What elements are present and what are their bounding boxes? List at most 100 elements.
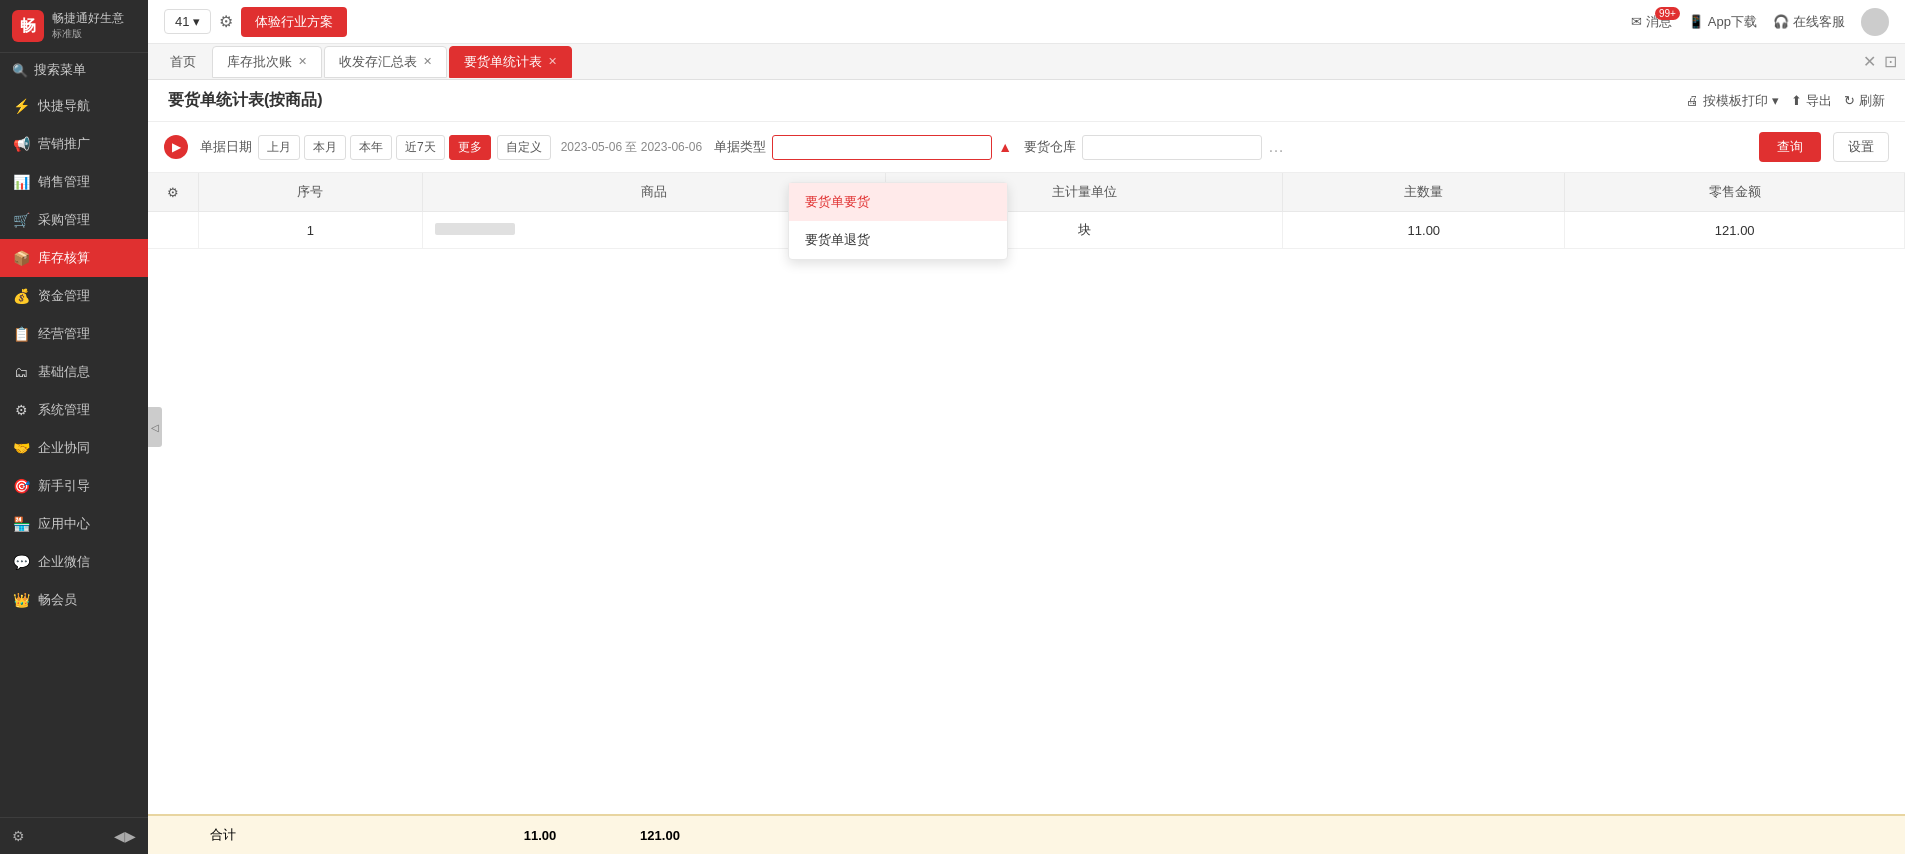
tab-expand[interactable]: ⊡ [1884,52,1897,71]
quick-nav-icon: ⚡ [12,98,30,114]
sidebar-collapse-handle[interactable]: ◁ [148,407,162,447]
sidebar-item-sales[interactable]: 📊 销售管理 [0,163,148,201]
print-icon: 🖨 [1686,93,1699,108]
sidebar-item-label: 企业协同 [38,439,90,457]
filter-toggle-btn[interactable]: ▶ [164,135,188,159]
purchase-icon: 🛒 [12,212,30,228]
main-area: 41 ▾ ⚙ 体验行业方案 ✉ 消息 99+ 📱 App下载 🎧 在线客服 [148,0,1905,854]
appstore-icon: 🏪 [12,516,30,532]
tab-order-stats-close[interactable]: ✕ [548,55,557,68]
sidebar-logo: 畅 畅捷通好生意 标准版 [0,0,148,53]
table-header-row: ⚙ 序号 商品 主计量单位 主数量 零售金额 [148,173,1905,212]
dropdown-item-require-goods[interactable]: 要货单要货 [789,183,1007,221]
footer-settings-btn[interactable]: ⚙ [12,828,25,844]
app-icon: 📱 [1688,14,1704,29]
print-btn[interactable]: 🖨 按模板打印 ▾ [1686,92,1779,110]
sidebar-item-label: 销售管理 [38,173,90,191]
tab-order-stats[interactable]: 要货单统计表 ✕ [449,46,572,78]
trial-btn[interactable]: 体验行业方案 [241,7,347,37]
app-label: App下载 [1708,13,1757,31]
type-dropdown: 要货单要货 要货单退货 [788,182,1008,260]
export-label: 导出 [1806,92,1832,110]
date-btn-7days[interactable]: 近7天 [396,135,445,160]
company-selector[interactable]: 41 ▾ [164,9,211,34]
sidebar-item-enterprise[interactable]: 🤝 企业协同 [0,429,148,467]
basic-icon: 🗂 [12,364,30,380]
tab-collection-summary[interactable]: 收发存汇总表 ✕ [324,46,447,78]
row-no-cell: 1 [198,212,423,249]
sidebar-item-guide[interactable]: 🎯 新手引导 [0,467,148,505]
row-settings-cell [148,212,198,249]
service-label: 在线客服 [1793,13,1845,31]
sidebar-item-quick-nav[interactable]: ⚡ 快捷导航 [0,87,148,125]
sidebar-item-inventory[interactable]: 📦 库存核算 [0,239,148,277]
tab-inventory-batch[interactable]: 库存批次账 ✕ [212,46,322,78]
date-range-display: 2023-05-06 至 2023-06-06 [561,139,702,156]
footer-total-amount: 121.00 [600,828,720,843]
refresh-label: 刷新 [1859,92,1885,110]
date-btn-this-year[interactable]: 本年 [350,135,392,160]
type-filter-arrow[interactable]: ▲ [998,139,1012,155]
warehouse-more-btn[interactable]: … [1268,138,1284,156]
tab-home[interactable]: 首页 [156,46,210,78]
sidebar-item-wechat[interactable]: 💬 企业微信 [0,543,148,581]
sidebar-item-operations[interactable]: 📋 经营管理 [0,315,148,353]
sidebar-item-finance[interactable]: 💰 资金管理 [0,277,148,315]
sidebar-item-appstore[interactable]: 🏪 应用中心 [0,505,148,543]
tabbar-end: ✕ ⊡ [1863,52,1897,71]
export-btn[interactable]: ⬆ 导出 [1791,92,1832,110]
col-settings[interactable]: ⚙ [148,173,198,212]
sidebar-item-label: 应用中心 [38,515,90,533]
table-container: ⚙ 序号 商品 主计量单位 主数量 零售金额 1 [148,173,1905,814]
print-dropdown-icon: ▾ [1772,93,1779,108]
date-btn-this-month[interactable]: 本月 [304,135,346,160]
online-service-btn[interactable]: 🎧 在线客服 [1773,13,1845,31]
member-icon: 👑 [12,592,30,608]
sidebar-item-marketing[interactable]: 📢 营销推广 [0,125,148,163]
messages-btn[interactable]: ✉ 消息 99+ [1631,13,1672,31]
table-row: 1 块 11.00 121.00 [148,212,1905,249]
inventory-icon: 📦 [12,250,30,266]
guide-icon: 🎯 [12,478,30,494]
warehouse-filter-input[interactable] [1082,135,1262,160]
tabbar: 首页 库存批次账 ✕ 收发存汇总表 ✕ 要货单统计表 ✕ ✕ ⊡ [148,44,1905,80]
tab-close-all[interactable]: ✕ [1863,52,1876,71]
finance-icon: 💰 [12,288,30,304]
message-icon: ✉ [1631,14,1642,29]
user-avatar[interactable] [1861,8,1889,36]
sidebar-search[interactable]: 🔍 搜索菜单 [0,53,148,87]
sidebar-item-purchase[interactable]: 🛒 采购管理 [0,201,148,239]
table-footer: 合计 11.00 121.00 [148,814,1905,854]
marketing-icon: 📢 [12,136,30,152]
date-btn-more[interactable]: 更多 [449,135,491,160]
date-custom-btn[interactable]: 自定义 [497,135,551,160]
sidebar-nav: ⚡ 快捷导航 📢 营销推广 📊 销售管理 🛒 采购管理 📦 库存核算 💰 资金管… [0,87,148,817]
sidebar-item-label: 资金管理 [38,287,90,305]
warehouse-filter-label: 要货仓库 [1024,138,1076,156]
filter-bar: ▶ 单据日期 上月 本月 本年 近7天 更多 自定义 2023-05-06 至 … [148,122,1905,173]
type-filter-input[interactable] [772,135,992,160]
sidebar-item-label: 新手引导 [38,477,90,495]
topbar-settings-icon[interactable]: ⚙ [219,12,233,31]
sidebar-item-system[interactable]: ⚙ 系统管理 [0,391,148,429]
sidebar-item-label: 营销推广 [38,135,90,153]
filter-settings-btn[interactable]: 设置 [1833,132,1889,162]
date-btn-last-month[interactable]: 上月 [258,135,300,160]
footer-collapse-btn[interactable]: ◀▶ [114,828,136,844]
query-btn[interactable]: 查询 [1759,132,1821,162]
refresh-btn[interactable]: ↻ 刷新 [1844,92,1885,110]
sidebar-item-member[interactable]: 👑 畅会员 [0,581,148,619]
app-download-btn[interactable]: 📱 App下载 [1688,13,1757,31]
dropdown-item-require-return[interactable]: 要货单退货 [789,221,1007,259]
export-icon: ⬆ [1791,93,1802,108]
sales-icon: 📊 [12,174,30,190]
sidebar-item-label: 经营管理 [38,325,90,343]
sidebar-item-label: 采购管理 [38,211,90,229]
sidebar-item-basic[interactable]: 🗂 基础信息 [0,353,148,391]
tab-collection-summary-close[interactable]: ✕ [423,55,432,68]
page-title: 要货单统计表(按商品) [168,90,323,111]
tab-home-label: 首页 [170,53,196,71]
tab-inventory-batch-close[interactable]: ✕ [298,55,307,68]
tab-collection-summary-label: 收发存汇总表 [339,53,417,71]
refresh-icon: ↻ [1844,93,1855,108]
